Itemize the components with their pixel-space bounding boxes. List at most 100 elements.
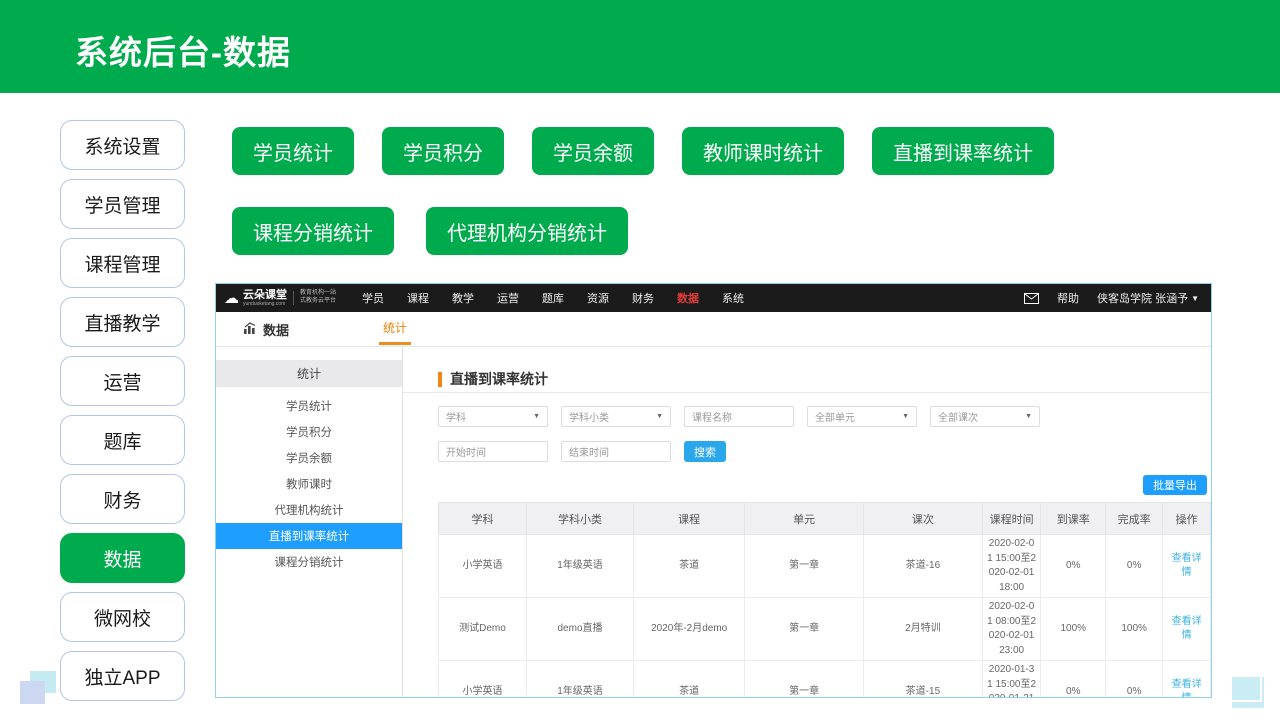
account-menu[interactable]: 侠客岛学院 张涵予 ▼ <box>1097 290 1199 306</box>
view-details-link[interactable]: 查看详情 <box>1163 661 1211 699</box>
filter-row-1: 学科 ▼ 学科小类 ▼ 课程名称 ▼ 全部单元 <box>438 406 1040 427</box>
cell-time: 2020-02-01 15:00至2020-02-01 18:00 <box>982 535 1041 598</box>
panel-menu-item[interactable]: 代理机构统计 <box>216 497 402 523</box>
cell-time: 2020-01-31 15:00至2020-01-31 18:00 <box>982 661 1041 699</box>
admin-nav-menu-item[interactable]: 财务 <box>632 290 654 306</box>
cell-subcategory: demo直播 <box>526 598 633 661</box>
filter-row-2: 开始时间 结束时间 搜索 <box>438 441 726 462</box>
sidebar-button[interactable]: 题库 <box>60 415 185 465</box>
logo[interactable]: ☁ 云朵课堂 yunduoketang.com 教育机构一站 式教务云平台 <box>224 289 336 306</box>
cell-completion-rate: 0% <box>1106 661 1163 699</box>
cell-attendance-rate: 100% <box>1041 598 1106 661</box>
admin-side-panel: 统计 学员统计 学员积分 学员余额 教师课时 代理机构统计 直播到课率统计 课程… <box>216 347 403 698</box>
logo-divider <box>293 291 294 305</box>
panel-menu-item[interactable]: 学员统计 <box>216 393 402 419</box>
chevron-down-icon: ▼ <box>656 413 663 420</box>
logo-domain: yunduoketang.com <box>243 302 287 307</box>
admin-nav-menu-item[interactable]: 资源 <box>587 290 609 306</box>
mail-icon[interactable] <box>1024 293 1039 304</box>
quick-link-button[interactable]: 学员积分 <box>382 127 504 175</box>
admin-tabbar: 数据 统计 <box>216 312 1211 347</box>
tab-statistics[interactable]: 统计 <box>383 312 407 345</box>
cell-attendance-rate: 0% <box>1041 661 1106 699</box>
chevron-down-icon: ▼ <box>1025 413 1032 420</box>
panel-menu-item[interactable]: 学员余额 <box>216 445 402 471</box>
quick-buttons-row-2: 课程分销统计 代理机构分销统计 <box>232 207 628 255</box>
sidebar-button[interactable]: 数据 <box>60 533 185 583</box>
panel-menu-item[interactable]: 学员积分 <box>216 419 402 445</box>
filter-control[interactable]: 学科小类 ▼ <box>561 406 671 427</box>
quick-link-button[interactable]: 学员统计 <box>232 127 354 175</box>
admin-nav-menu-item[interactable]: 教学 <box>452 290 474 306</box>
page-title: 系统后台-数据 <box>75 26 291 74</box>
quick-link-button[interactable]: 教师课时统计 <box>682 127 844 175</box>
chevron-down-icon: ▼ <box>902 413 909 420</box>
view-details-link[interactable]: 查看详情 <box>1163 535 1211 598</box>
help-link[interactable]: 帮助 <box>1057 290 1079 306</box>
admin-console-screenshot: ☁ 云朵课堂 yunduoketang.com 教育机构一站 式教务云平台 学员… <box>215 283 1212 698</box>
table-row: 小学英语 1年级英语 茶道 第一章 茶道-16 2020-02-01 15:00… <box>439 535 1211 598</box>
page-header: 系统后台-数据 <box>0 0 1280 93</box>
panel-menu-item[interactable]: 教师课时 <box>216 471 402 497</box>
cell-completion-rate: 0% <box>1106 535 1163 598</box>
chevron-down-icon: ▼ <box>1191 294 1199 303</box>
sidebar-button[interactable]: 课程管理 <box>60 238 185 288</box>
logo-tagline: 教育机构一站 式教务云平台 <box>300 290 336 306</box>
date-input[interactable]: 结束时间 <box>561 441 671 462</box>
table-header-cell: 单元 <box>745 503 864 535</box>
table-header-cell: 到课率 <box>1041 503 1106 535</box>
filter-control[interactable]: 全部课次 ▼ <box>930 406 1040 427</box>
batch-export-button[interactable]: 批量导出 <box>1143 475 1207 495</box>
table-row: 测试Demo demo直播 2020年-2月demo 第一章 2月特训 2020… <box>439 598 1211 661</box>
filter-control[interactable]: 全部单元 ▼ <box>807 406 917 427</box>
filter-control[interactable]: 学科 ▼ <box>438 406 548 427</box>
sidebar-button[interactable]: 学员管理 <box>60 179 185 229</box>
cell-course: 茶道 <box>634 661 745 699</box>
admin-navbar: ☁ 云朵课堂 yunduoketang.com 教育机构一站 式教务云平台 学员… <box>216 284 1211 312</box>
logo-text: 云朵课堂 <box>243 289 287 301</box>
admin-nav-menu-item[interactable]: 系统 <box>722 290 744 306</box>
admin-nav-menu-item[interactable]: 数据 <box>677 290 699 306</box>
cell-lesson: 茶道-15 <box>864 661 983 699</box>
admin-nav-menu-item[interactable]: 课程 <box>407 290 429 306</box>
cell-unit: 第一章 <box>745 535 864 598</box>
chevron-down-icon: ▼ <box>533 413 540 420</box>
cell-subject: 小学英语 <box>439 535 527 598</box>
filter-control[interactable]: 课程名称 ▼ <box>684 406 794 427</box>
cell-time: 2020-02-01 08:00至2020-02-01 23:00 <box>982 598 1041 661</box>
admin-nav-menu-item[interactable]: 题库 <box>542 290 564 306</box>
cell-subcategory: 1年级英语 <box>526 535 633 598</box>
table-header-cell: 课程时间 <box>982 503 1041 535</box>
table-header-row: 学科学科小类课程单元课次课程时间到课率完成率操作 <box>439 503 1211 535</box>
sidebar-button[interactable]: 系统设置 <box>60 120 185 170</box>
section-label: 数据 <box>244 320 289 339</box>
panel-menu-item[interactable]: 直播到课率统计 <box>216 523 402 549</box>
sidebar-button[interactable]: 运营 <box>60 356 185 406</box>
search-button[interactable]: 搜索 <box>684 441 726 462</box>
sidebar-button[interactable]: 微网校 <box>60 592 185 642</box>
table-row: 小学英语 1年级英语 茶道 第一章 茶道-15 2020-01-31 15:00… <box>439 661 1211 699</box>
sidebar-button[interactable]: 财务 <box>60 474 185 524</box>
panel-menu: 学员统计 学员积分 学员余额 教师课时 代理机构统计 直播到课率统计 课程分销统… <box>216 393 402 575</box>
cell-attendance-rate: 0% <box>1041 535 1106 598</box>
sidebar-button[interactable]: 独立APP <box>60 651 185 701</box>
table-header-cell: 课程 <box>634 503 745 535</box>
view-details-link[interactable]: 查看详情 <box>1163 598 1211 661</box>
cell-lesson: 茶道-16 <box>864 535 983 598</box>
quick-buttons-row-1: 学员统计 学员积分 学员余额 教师课时统计 直播到课率统计 <box>232 127 1054 175</box>
quick-link-button[interactable]: 学员余额 <box>532 127 654 175</box>
admin-nav-menu-item[interactable]: 运营 <box>497 290 519 306</box>
cell-subject: 小学英语 <box>439 661 527 699</box>
attendance-table: 学科学科小类课程单元课次课程时间到课率完成率操作 小学英语 1年级英语 茶道 第… <box>438 502 1211 698</box>
quick-link-button[interactable]: 课程分销统计 <box>232 207 394 255</box>
cell-subject: 测试Demo <box>439 598 527 661</box>
admin-nav-menu-item[interactable]: 学员 <box>362 290 384 306</box>
sidebar-button[interactable]: 直播教学 <box>60 297 185 347</box>
panel-menu-item[interactable]: 课程分销统计 <box>216 549 402 575</box>
cell-unit: 第一章 <box>745 598 864 661</box>
date-input[interactable]: 开始时间 <box>438 441 548 462</box>
quick-link-button[interactable]: 代理机构分销统计 <box>426 207 628 255</box>
table-header-cell: 学科 <box>439 503 527 535</box>
admin-main: 直播到课率统计 学科 ▼ 学科小类 ▼ 课程名称 <box>403 347 1211 698</box>
quick-link-button[interactable]: 直播到课率统计 <box>872 127 1054 175</box>
